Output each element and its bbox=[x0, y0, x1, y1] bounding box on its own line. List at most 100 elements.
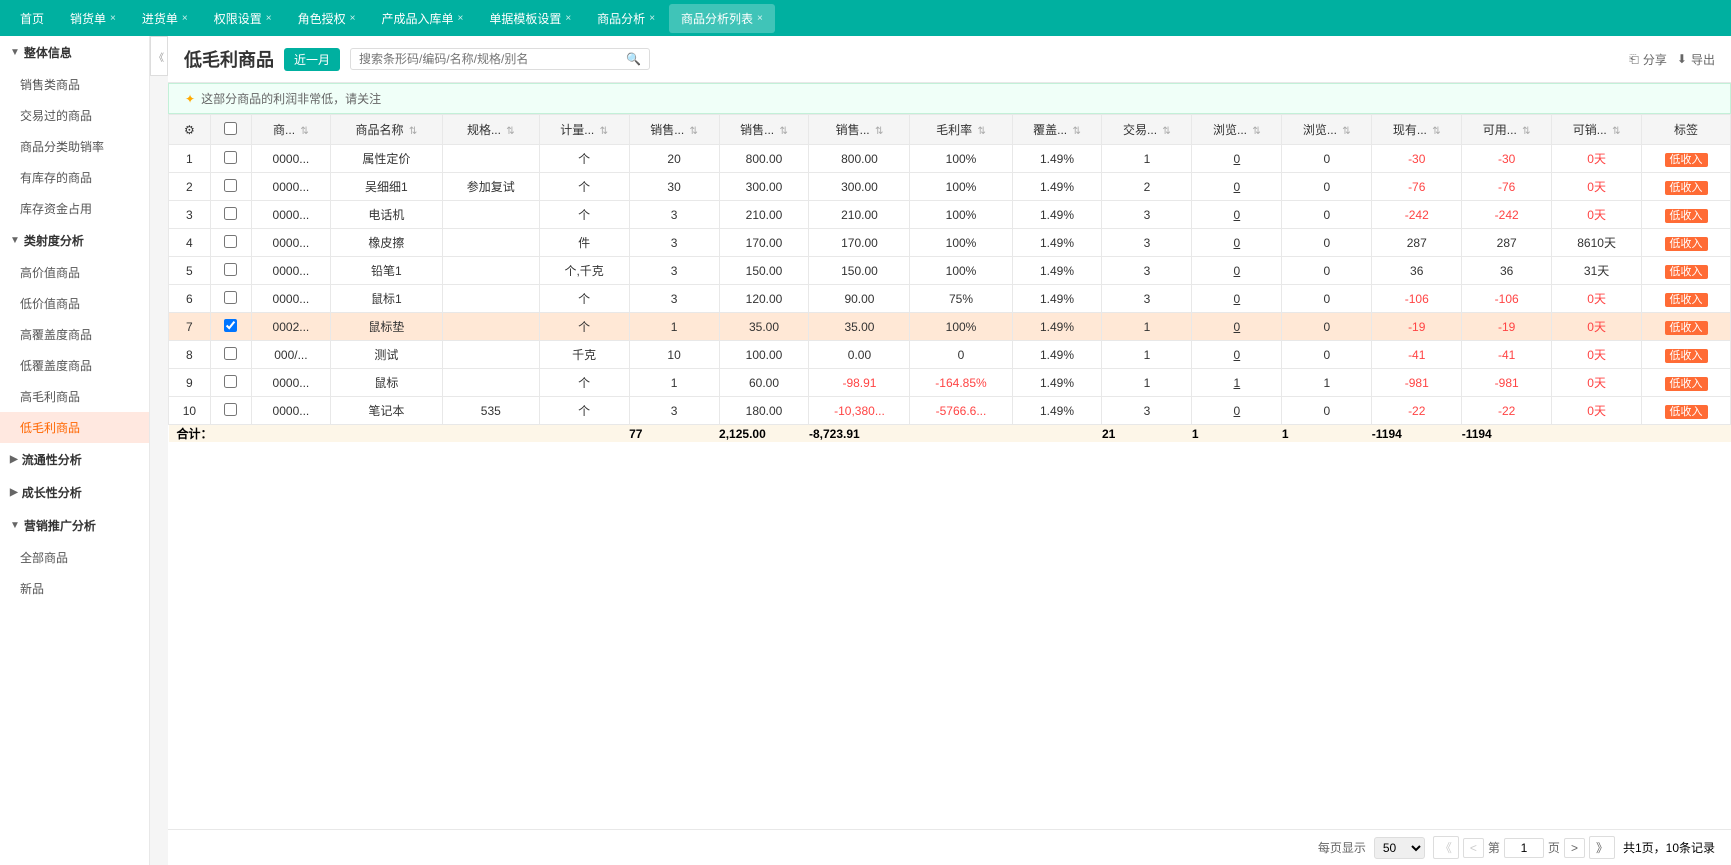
close-icon[interactable]: × bbox=[649, 13, 655, 24]
col-sales-price[interactable]: 销售... ⇅ bbox=[719, 115, 809, 145]
first-page-btn[interactable]: < bbox=[1463, 838, 1484, 858]
close-icon[interactable]: × bbox=[565, 13, 571, 24]
row-views1[interactable]: 0 bbox=[1192, 173, 1282, 201]
prev-page-btn[interactable]: 《 bbox=[1433, 836, 1459, 859]
row-tag: 低收入 bbox=[1642, 201, 1731, 229]
row-views1[interactable]: 0 bbox=[1192, 257, 1282, 285]
row-checkbox[interactable] bbox=[210, 257, 251, 285]
share-btn[interactable]: ⎗ 分享 bbox=[1629, 51, 1667, 68]
nav-template[interactable]: 单据模板设置 × bbox=[477, 4, 583, 33]
row-views1[interactable]: 0 bbox=[1192, 397, 1282, 425]
search-icon[interactable]: 🔍 bbox=[626, 52, 641, 66]
nav-analysis[interactable]: 商品分析 × bbox=[585, 4, 667, 33]
row-views1[interactable]: 0 bbox=[1192, 145, 1282, 173]
row-transactions: 3 bbox=[1102, 285, 1192, 313]
page-input[interactable] bbox=[1504, 838, 1544, 858]
last-page-btn[interactable]: 》 bbox=[1589, 836, 1615, 859]
sidebar-item-capital[interactable]: 库存资金占用 bbox=[0, 193, 149, 224]
sidebar-group-marketing[interactable]: ▼ 营销推广分析 bbox=[0, 509, 149, 542]
row-checkbox[interactable] bbox=[210, 285, 251, 313]
col-transactions[interactable]: 交易... ⇅ bbox=[1102, 115, 1192, 145]
export-btn[interactable]: ⬇ 导出 bbox=[1677, 51, 1715, 68]
sidebar-item-high-margin[interactable]: 高毛利商品 bbox=[0, 381, 149, 412]
nav-permission[interactable]: 权限设置 × bbox=[202, 4, 284, 33]
sidebar-group-analysis[interactable]: ▼ 类射度分析 bbox=[0, 224, 149, 257]
row-views1[interactable]: 0 bbox=[1192, 313, 1282, 341]
row-views1[interactable]: 0 bbox=[1192, 285, 1282, 313]
sidebar-item-all-goods[interactable]: 全部商品 bbox=[0, 542, 149, 573]
row-checkbox[interactable] bbox=[210, 369, 251, 397]
sidebar-item-high-value[interactable]: 高价值商品 bbox=[0, 257, 149, 288]
col-code[interactable]: 商... ⇅ bbox=[252, 115, 331, 145]
col-gross-margin[interactable]: 毛利率 ⇅ bbox=[910, 115, 1012, 145]
row-name: 鼠标1 bbox=[330, 285, 442, 313]
col-name[interactable]: 商品名称 ⇅ bbox=[330, 115, 442, 145]
col-saleable-days[interactable]: 可销... ⇅ bbox=[1552, 115, 1642, 145]
sidebar-item-low-margin[interactable]: 低毛利商品 bbox=[0, 412, 149, 443]
nav-sales[interactable]: 销货单 × bbox=[58, 4, 128, 33]
row-checkbox[interactable] bbox=[210, 341, 251, 369]
row-coverage: 1.49% bbox=[1012, 173, 1102, 201]
filter-recent-month-btn[interactable]: 近一月 bbox=[284, 48, 340, 71]
select-all-checkbox[interactable] bbox=[224, 122, 237, 135]
row-unit: 件 bbox=[539, 229, 629, 257]
search-input[interactable] bbox=[359, 52, 622, 66]
row-views1[interactable]: 0 bbox=[1192, 341, 1282, 369]
row-spec bbox=[442, 145, 539, 173]
sidebar-group-liquidity[interactable]: ▶ 流通性分析 bbox=[0, 443, 149, 476]
col-views2[interactable]: 浏览... ⇅ bbox=[1282, 115, 1372, 145]
row-views1[interactable]: 0 bbox=[1192, 229, 1282, 257]
row-gross-margin: 0 bbox=[910, 341, 1012, 369]
nav-purchase[interactable]: 进货单 × bbox=[130, 4, 200, 33]
close-icon[interactable]: × bbox=[266, 13, 272, 24]
row-checkbox[interactable] bbox=[210, 145, 251, 173]
row-checkbox[interactable] bbox=[210, 173, 251, 201]
per-page-select[interactable]: 50 20 100 bbox=[1374, 837, 1425, 859]
row-tag: 低收入 bbox=[1642, 145, 1731, 173]
nav-product-entry[interactable]: 产成品入库单 × bbox=[369, 4, 475, 33]
row-current-stock: -981 bbox=[1372, 369, 1462, 397]
col-unit[interactable]: 计量... ⇅ bbox=[539, 115, 629, 145]
row-checkbox[interactable] bbox=[210, 229, 251, 257]
sidebar-item-sales-goods[interactable]: 销售类商品 bbox=[0, 69, 149, 100]
sidebar-item-low-coverage[interactable]: 低覆盖度商品 bbox=[0, 350, 149, 381]
sidebar-item-low-value[interactable]: 低价值商品 bbox=[0, 288, 149, 319]
col-current-stock[interactable]: 现有... ⇅ bbox=[1372, 115, 1462, 145]
col-settings[interactable]: ⚙ bbox=[169, 115, 211, 145]
sidebar-item-category-rate[interactable]: 商品分类助销率 bbox=[0, 131, 149, 162]
close-icon[interactable]: × bbox=[182, 13, 188, 24]
row-checkbox[interactable] bbox=[210, 201, 251, 229]
sidebar-group-general[interactable]: ▼ 整体信息 bbox=[0, 36, 149, 69]
sidebar-item-high-coverage[interactable]: 高覆盖度商品 bbox=[0, 319, 149, 350]
row-checkbox[interactable] bbox=[210, 397, 251, 425]
sidebar-group-growth[interactable]: ▶ 成长性分析 bbox=[0, 476, 149, 509]
col-available[interactable]: 可用... ⇅ bbox=[1462, 115, 1552, 145]
row-sales-qty: 3 bbox=[629, 257, 719, 285]
sidebar-item-traded[interactable]: 交易过的商品 bbox=[0, 100, 149, 131]
total-sales-price: 2,125.00 bbox=[719, 425, 809, 443]
col-spec[interactable]: 规格... ⇅ bbox=[442, 115, 539, 145]
close-icon[interactable]: × bbox=[110, 13, 116, 24]
next-page-btn[interactable]: > bbox=[1564, 838, 1585, 858]
sidebar-item-new-goods[interactable]: 新品 bbox=[0, 573, 149, 604]
col-views1[interactable]: 浏览... ⇅ bbox=[1192, 115, 1282, 145]
row-gross-margin: 100% bbox=[910, 257, 1012, 285]
nav-role[interactable]: 角色授权 × bbox=[286, 4, 368, 33]
row-views1[interactable]: 1 bbox=[1192, 369, 1282, 397]
sidebar-item-in-stock[interactable]: 有库存的商品 bbox=[0, 162, 149, 193]
row-code: 000/... bbox=[252, 341, 331, 369]
col-checkbox[interactable] bbox=[210, 115, 251, 145]
nav-analysis-list[interactable]: 商品分析列表 × bbox=[669, 4, 775, 33]
row-checkbox[interactable] bbox=[210, 313, 251, 341]
close-icon[interactable]: × bbox=[757, 13, 763, 24]
close-icon[interactable]: × bbox=[350, 13, 356, 24]
row-no: 3 bbox=[169, 201, 211, 229]
col-sales-qty[interactable]: 销售... ⇅ bbox=[629, 115, 719, 145]
nav-home[interactable]: 首页 bbox=[8, 4, 56, 33]
sidebar-collapse-btn[interactable]: 《 bbox=[150, 36, 168, 76]
col-sales-profit[interactable]: 销售... ⇅ bbox=[809, 115, 910, 145]
col-coverage[interactable]: 覆盖... ⇅ bbox=[1012, 115, 1102, 145]
row-views1[interactable]: 0 bbox=[1192, 201, 1282, 229]
row-unit: 个 bbox=[539, 201, 629, 229]
close-icon[interactable]: × bbox=[457, 13, 463, 24]
